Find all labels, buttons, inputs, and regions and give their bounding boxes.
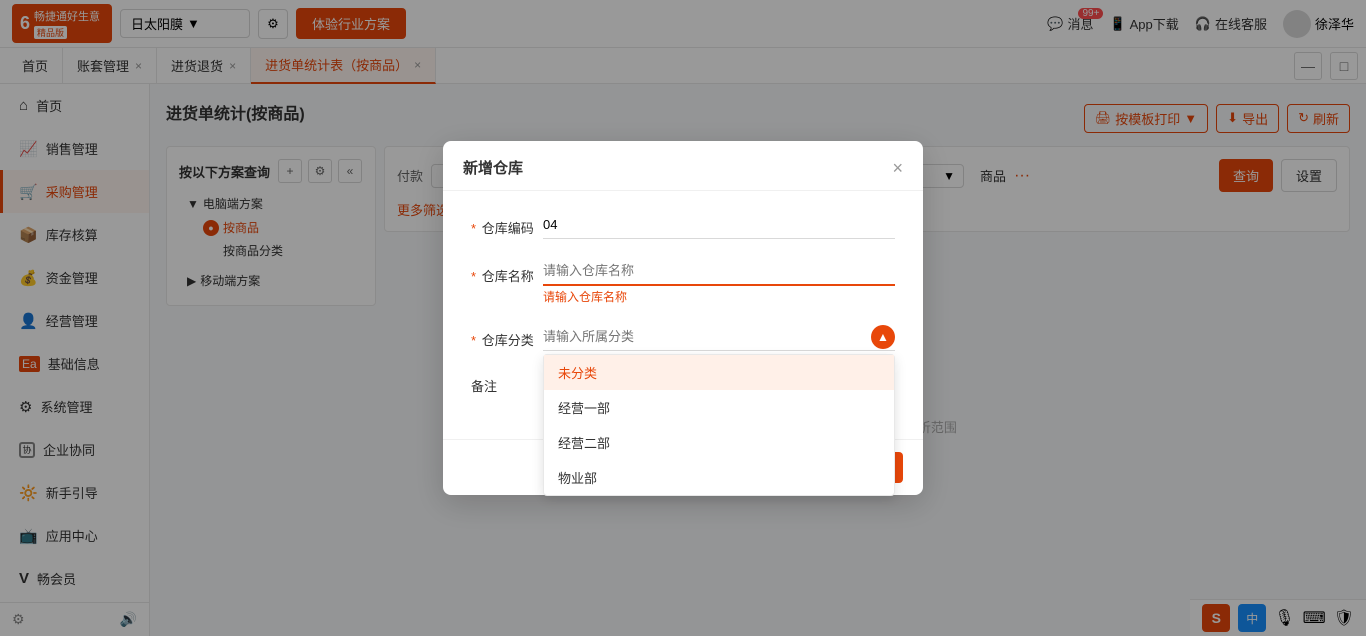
modal-title: 新增仓库 [463,157,523,178]
modal-close-button[interactable]: × [892,159,903,177]
code-field-row: * 仓库编码 [471,211,895,239]
note-label-text: 备注 [471,379,497,394]
dropdown-item-3[interactable]: 物业部 [544,460,894,495]
name-error-text: 请输入仓库名称 [543,290,627,304]
dropdown-item-1[interactable]: 经营一部 [544,390,894,425]
category-field-row: * 仓库分类 ▲ 未分类 经营一部 经营二部 物业部 [471,323,895,351]
name-field-row: * 仓库名称 请输入仓库名称 [471,257,895,305]
code-label: * 仓库编码 [471,211,543,237]
code-input[interactable] [543,211,895,239]
name-label: * 仓库名称 [471,259,543,285]
category-dropdown: 未分类 经营一部 经营二部 物业部 [543,354,895,496]
name-input[interactable] [543,257,895,286]
modal-body: * 仓库编码 * 仓库名称 请输入仓库名称 * 仓库分类 [443,191,923,439]
code-label-text: 仓库编码 [482,221,534,236]
modal-header: 新增仓库 × [443,141,923,191]
dropdown-item-0[interactable]: 未分类 [544,355,894,390]
category-input[interactable] [543,323,871,350]
note-label: 备注 [471,369,543,395]
category-required-star: * [471,333,476,348]
category-label: * 仓库分类 [471,323,543,349]
new-warehouse-modal: 新增仓库 × * 仓库编码 * 仓库名称 请输入仓库名称 [443,141,923,495]
name-required-star: * [471,269,476,284]
category-label-text: 仓库分类 [482,333,534,348]
dropdown-item-2[interactable]: 经营二部 [544,425,894,460]
category-dropdown-arrow[interactable]: ▲ [871,325,895,349]
code-required-star: * [471,221,476,236]
category-select[interactable]: ▲ [543,323,895,351]
name-label-text: 仓库名称 [482,269,534,284]
